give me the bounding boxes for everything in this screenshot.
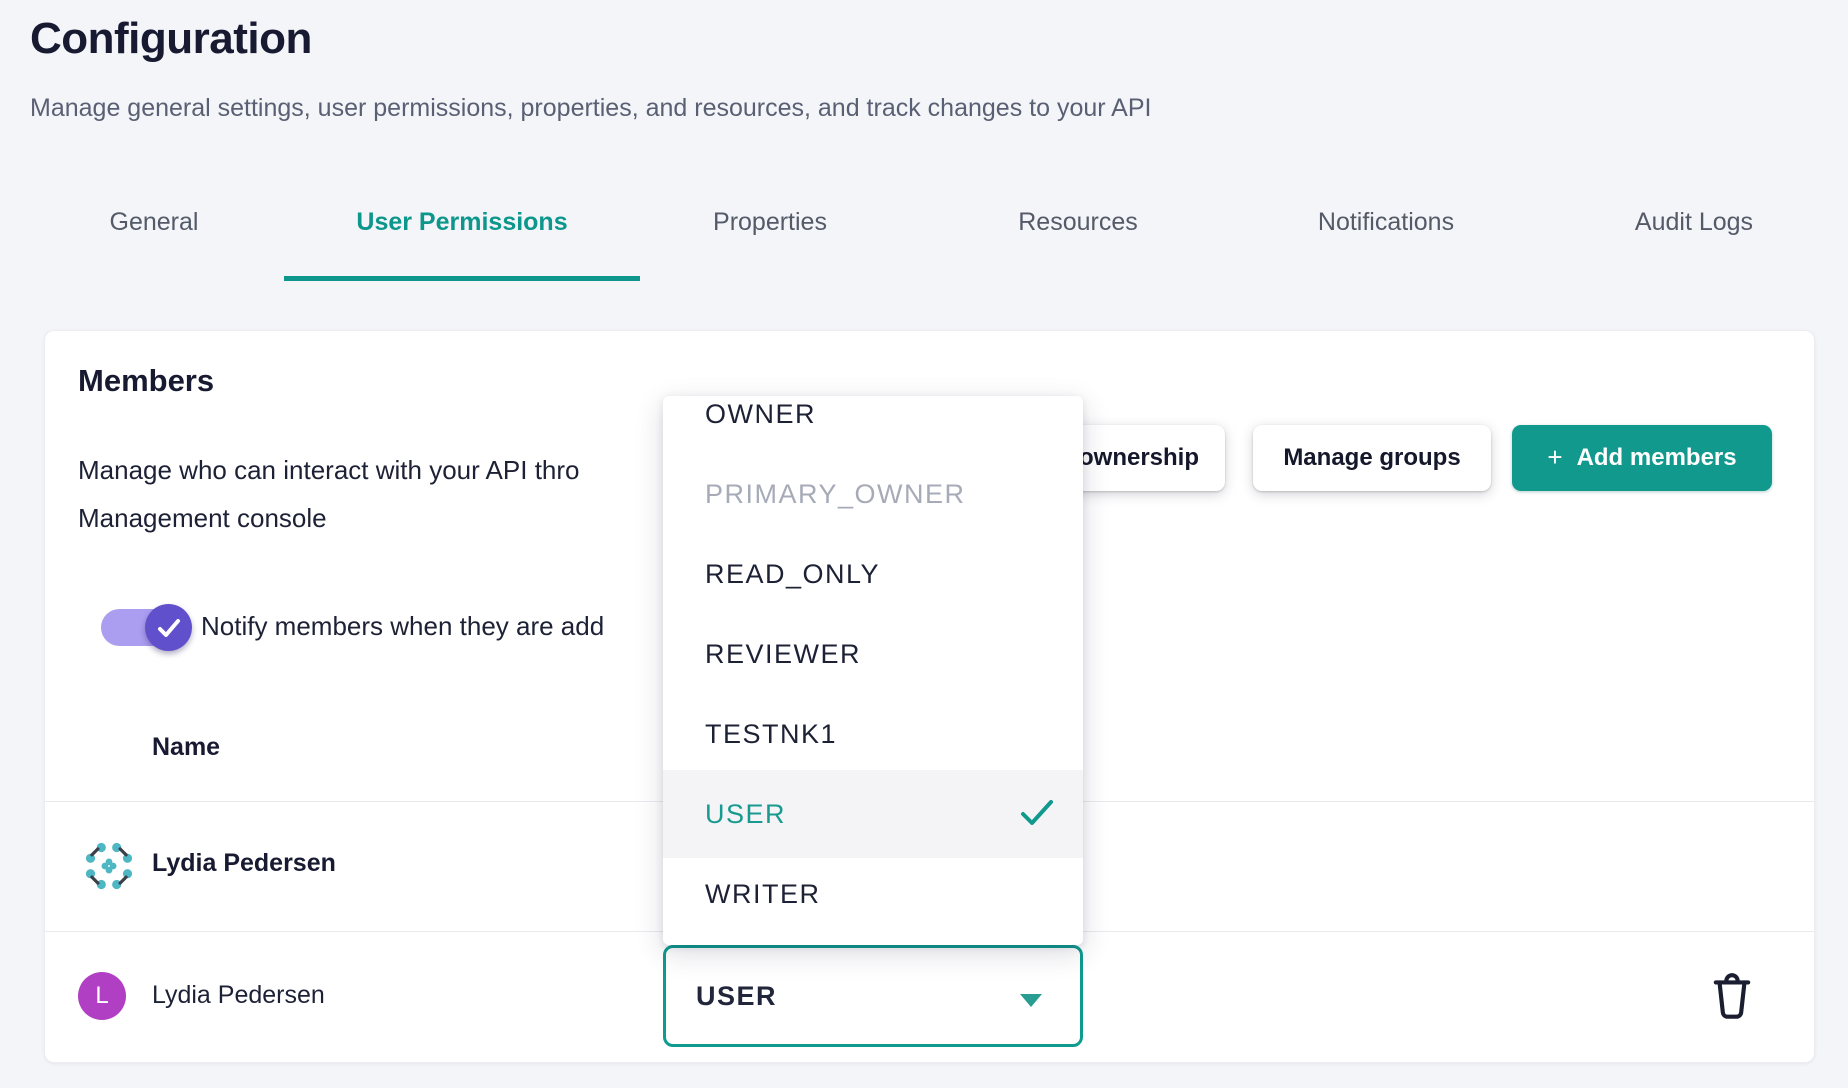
members-description-line1: Manage who can interact with your API th… <box>78 455 580 486</box>
tab-general-label: General <box>110 208 199 237</box>
tab-resources-label: Resources <box>1018 208 1138 237</box>
page-title: Configuration <box>30 14 312 64</box>
check-icon <box>156 617 182 639</box>
add-members-button[interactable]: + Add members <box>1512 425 1772 491</box>
add-members-label: Add members <box>1577 444 1737 472</box>
check-icon <box>1019 798 1055 828</box>
option-label: READ_ONLY <box>705 559 880 590</box>
tab-notifications[interactable]: Notifications <box>1232 182 1540 281</box>
dropdown-option-primary-owner: PRIMARY_OWNER <box>663 454 1083 534</box>
option-label: TESTNK1 <box>705 719 837 750</box>
tab-properties-label: Properties <box>713 208 827 237</box>
tab-properties[interactable]: Properties <box>616 182 924 281</box>
tab-audit-logs-label: Audit Logs <box>1635 208 1753 237</box>
member-name: Lydia Pedersen <box>152 981 325 1010</box>
members-card: Members Manage who can interact with you… <box>44 330 1815 1063</box>
dropdown-option-user[interactable]: USER <box>663 770 1083 858</box>
tab-bar: General User Permissions Properties Reso… <box>0 182 1848 281</box>
tab-general[interactable]: General <box>0 182 308 281</box>
members-heading: Members <box>78 363 214 399</box>
role-dropdown-menu: OWNER PRIMARY_OWNER READ_ONLY REVIEWER T… <box>663 396 1083 945</box>
trash-icon <box>1707 970 1761 1024</box>
option-label: OWNER <box>705 399 816 430</box>
configuration-page: Configuration Manage general settings, u… <box>0 0 1848 1088</box>
option-label: USER <box>705 799 786 830</box>
manage-groups-label: Manage groups <box>1283 444 1460 472</box>
tab-notifications-label: Notifications <box>1318 208 1454 237</box>
avatar-letter: L <box>95 982 108 1010</box>
notify-members-label: Notify members when they are add <box>201 611 604 642</box>
dropdown-option-writer[interactable]: WRITER <box>663 854 1083 934</box>
tab-user-permissions[interactable]: User Permissions <box>308 182 616 281</box>
tab-audit-logs[interactable]: Audit Logs <box>1540 182 1848 281</box>
members-description-line2: Management console <box>78 503 327 534</box>
manage-groups-button[interactable]: Manage groups <box>1253 425 1491 491</box>
notify-members-toggle[interactable] <box>101 609 181 646</box>
plus-icon: + <box>1547 442 1562 473</box>
ownership-button-label: ownership <box>1079 444 1199 472</box>
option-label: PRIMARY_OWNER <box>705 479 966 510</box>
dropdown-option-read-only[interactable]: READ_ONLY <box>663 534 1083 614</box>
option-label: REVIEWER <box>705 639 861 670</box>
active-tab-underline <box>284 276 640 281</box>
avatar: L <box>78 972 126 1020</box>
dropdown-option-owner[interactable]: OWNER <box>663 396 1083 454</box>
role-select[interactable]: USER <box>663 945 1083 1047</box>
delete-member-button[interactable] <box>1707 969 1761 1025</box>
role-select-value: USER <box>696 981 777 1012</box>
option-label: WRITER <box>705 879 820 910</box>
name-column-header: Name <box>152 733 220 762</box>
page-subtitle: Manage general settings, user permission… <box>30 94 1151 123</box>
tab-resources[interactable]: Resources <box>924 182 1232 281</box>
group-avatar-icon <box>82 839 136 893</box>
chevron-down-icon <box>1020 994 1042 1007</box>
dropdown-option-reviewer[interactable]: REVIEWER <box>663 614 1083 694</box>
toggle-thumb <box>145 604 192 651</box>
dropdown-option-testnk1[interactable]: TESTNK1 <box>663 694 1083 774</box>
tab-user-permissions-label: User Permissions <box>356 208 567 237</box>
member-name: Lydia Pedersen <box>152 849 336 878</box>
